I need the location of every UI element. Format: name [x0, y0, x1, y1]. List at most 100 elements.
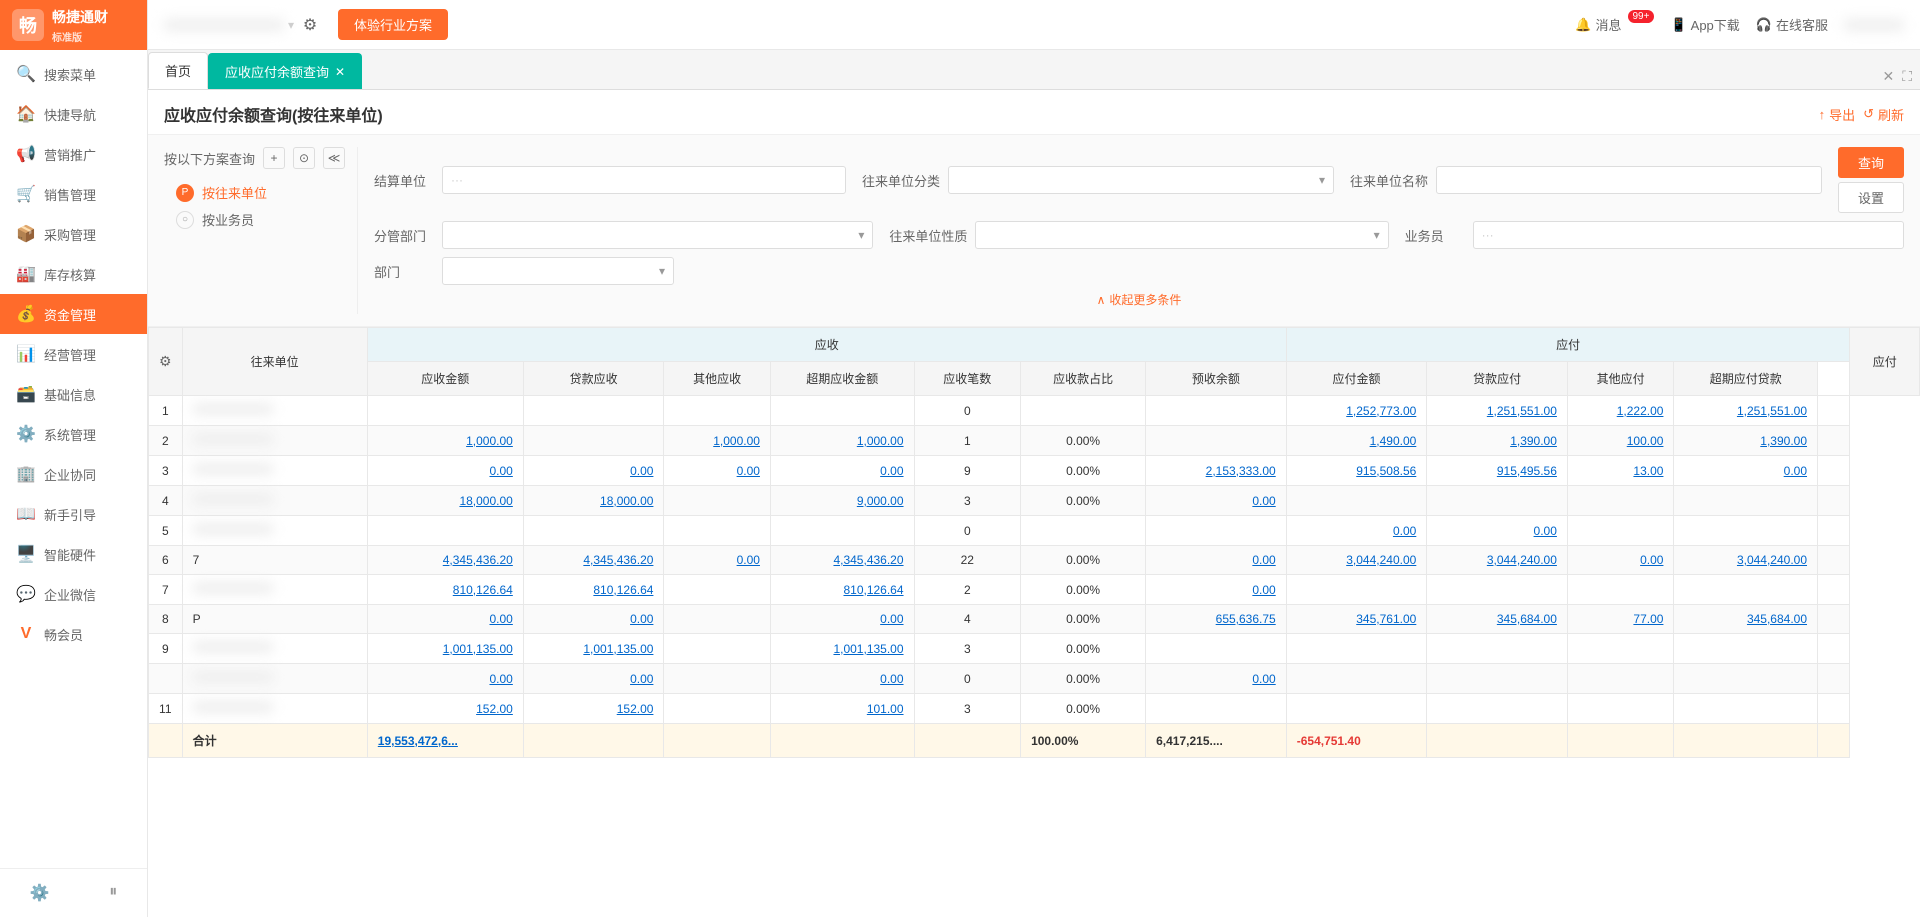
sidebar-item-basic[interactable]: 🗃️ 基础信息	[0, 374, 147, 414]
close-window-button[interactable]: ✕	[1882, 68, 1894, 85]
sidebar-collapse-button[interactable]: ⏸	[101, 879, 125, 907]
basic-icon: 🗃️	[16, 384, 36, 404]
salesperson-input[interactable]: ···	[1473, 221, 1904, 249]
tab-close-button[interactable]: ✕	[335, 66, 345, 78]
sidebar-item-sales[interactable]: 🛒 销售管理	[0, 174, 147, 214]
sidebar-item-vip[interactable]: V 畅会员	[0, 614, 147, 654]
sidebar-item-marketing[interactable]: 📢 营销推广	[0, 134, 147, 174]
loan-ar-header: 贷款应收	[523, 362, 664, 396]
dept-manager-input[interactable]: ▾	[442, 221, 873, 249]
footer-prepay: 6,417,215....	[1146, 724, 1287, 758]
topbar-left: ▾ ⚙ 体验行业方案	[164, 9, 1575, 41]
sidebar-item-weixin[interactable]: 💬 企业微信	[0, 574, 147, 614]
footer-ap-total: -654,751.40	[1286, 724, 1427, 758]
partner-category-input[interactable]: ▾	[948, 166, 1334, 194]
filter-field-partner-nature: 往来单位性质 ▾	[889, 221, 1388, 249]
guide-icon: 📖	[16, 504, 36, 524]
footer-loan-ap	[1427, 724, 1568, 758]
overdue-ar-header: 超期应收金额	[770, 362, 914, 396]
prepay-balance-header: 预收余额	[1146, 362, 1287, 396]
sidebar-item-ops[interactable]: 📊 经营管理	[0, 334, 147, 374]
filter-top: 按以下方案查询 + ⊙ ≪	[164, 147, 345, 169]
footer-ar-amount: 19,553,472,6...	[367, 724, 523, 758]
overdue-ap-header: 超期应付贷款	[1674, 362, 1818, 396]
table-row: 7810,126.64810,126.64810,126.6420.00%0.0…	[149, 575, 1920, 605]
filter-settings-button[interactable]: ⊙	[293, 147, 315, 169]
table-sub-header-row: 应收金额 贷款应收 其他应收 超期应收金额 应收笔数 应收款占比 预收余额 应付…	[149, 362, 1920, 396]
settings-header[interactable]: ⚙	[149, 328, 183, 396]
filter-field-salesperson: 业务员 ···	[1405, 221, 1904, 249]
sales-icon: 🛒	[16, 184, 36, 204]
system-icon: ⚙️	[16, 424, 36, 444]
refresh-icon: ↺	[1863, 106, 1874, 122]
data-table: ⚙ 往来单位 应收 应付 应付 应收金额 贷款应收 其他应收 超期应收金额 应收…	[148, 327, 1920, 758]
export-button[interactable]: ↑ 导出	[1819, 105, 1856, 124]
collapse-icon: ∧	[1097, 293, 1106, 307]
ap-amount-header: 应付金额	[1286, 362, 1427, 396]
table-row: 101,252,773.001,251,551.001,222.001,251,…	[149, 396, 1920, 426]
weixin-icon: 💬	[16, 584, 36, 604]
table-row: 418,000.0018,000.009,000.0030.00%0.00	[149, 486, 1920, 516]
ap-suffix-header: 应付	[1850, 328, 1920, 396]
customer-service-button[interactable]: 🎧 在线客服	[1756, 15, 1828, 34]
table-row: 21,000.001,000.001,000.0010.00%1,490.001…	[149, 426, 1920, 456]
topbar: ▾ ⚙ 体验行业方案 🔔 消息 99+ 📱 App下载 🎧 在线客服	[148, 0, 1920, 50]
query-button[interactable]: 查询	[1838, 147, 1904, 178]
filter-by-staff[interactable]: ○ 按业务员	[164, 206, 266, 233]
topbar-gear-button[interactable]: ⚙	[294, 9, 326, 41]
partner-name-input[interactable]	[1436, 166, 1822, 194]
promo-button[interactable]: 体验行业方案	[338, 9, 448, 40]
logo-icon: 畅	[12, 9, 44, 41]
ar-count-header: 应收笔数	[914, 362, 1021, 396]
sidebar-item-purchase[interactable]: 📦 采购管理	[0, 214, 147, 254]
refresh-button[interactable]: ↺ 刷新	[1863, 105, 1904, 124]
sidebar-item-corp[interactable]: 🏢 企业协同	[0, 454, 147, 494]
table-body: 101,252,773.001,251,551.001,222.001,251,…	[149, 396, 1920, 724]
footer-other-ar	[664, 724, 771, 758]
user-avatar[interactable]	[1844, 19, 1904, 31]
filter-add-button[interactable]: +	[263, 147, 285, 169]
marketing-icon: 📢	[16, 144, 36, 164]
logo-text: 畅捷通财 标准版	[52, 7, 108, 44]
sidebar-item-quicknav[interactable]: 🏠 快捷导航	[0, 94, 147, 134]
setting-button[interactable]: 设置	[1838, 182, 1904, 213]
sidebar-item-inventory[interactable]: 🏭 库存核算	[0, 254, 147, 294]
filter-field-dept: 部门 ▾	[374, 257, 674, 285]
username-text	[1844, 19, 1904, 31]
sidebar-item-finance[interactable]: 💰 资金管理	[0, 294, 147, 334]
sidebar-item-hardware[interactable]: 🖥️ 智能硬件	[0, 534, 147, 574]
table-row: 674,345,436.204,345,436.200.004,345,436.…	[149, 546, 1920, 575]
other-ap-header: 其他应付	[1567, 362, 1674, 396]
sidebar-item-system[interactable]: ⚙️ 系统管理	[0, 414, 147, 454]
table-row: 30.000.000.000.0090.00%2,153,333.00915,5…	[149, 456, 1920, 486]
table-row: 500.000.00	[149, 516, 1920, 546]
filter-field-partner-name: 往来单位名称	[1350, 166, 1822, 194]
table-group-header-row: ⚙ 往来单位 应收 应付 应付	[149, 328, 1920, 362]
hardware-icon: 🖥️	[16, 544, 36, 564]
footer-overdue-ap	[1674, 724, 1818, 758]
breadcrumb-text	[164, 19, 284, 31]
notifications-button[interactable]: 🔔 消息 99+	[1575, 15, 1654, 34]
other-ar-header: 其他应收	[664, 362, 771, 396]
sidebar-gear-button[interactable]: ⚙️	[22, 879, 58, 907]
sidebar-item-search[interactable]: 🔍 搜索菜单	[0, 54, 147, 94]
tab-home[interactable]: 首页	[148, 52, 208, 89]
filter-collapse-button[interactable]: ∧ 收起更多条件	[374, 285, 1904, 314]
tab-query[interactable]: 应收应付余额查询 ✕	[208, 53, 362, 89]
filter-by-partner[interactable]: P 按往来单位	[164, 179, 279, 206]
table-row: 8P0.000.000.0040.00%655,636.75345,761.00…	[149, 605, 1920, 634]
dept-input[interactable]: ▾	[442, 257, 674, 285]
bell-icon: 🔔	[1575, 17, 1591, 33]
filter-field-partner-category: 往来单位分类 ▾	[862, 166, 1334, 194]
settlement-unit-input[interactable]: ···	[442, 166, 846, 194]
footer-label: 合计	[182, 724, 367, 758]
maximize-button[interactable]: ⛶	[1902, 68, 1912, 85]
table-area[interactable]: ⚙ 往来单位 应收 应付 应付 应收金额 贷款应收 其他应收 超期应收金额 应收…	[148, 327, 1920, 917]
ar-group-header: 应收	[367, 328, 1286, 362]
filter-rows: 结算单位 ··· 往来单位分类 ▾	[374, 147, 1904, 285]
partner-nature-input[interactable]: ▾	[975, 221, 1388, 249]
app-download-button[interactable]: 📱 App下载	[1670, 15, 1739, 34]
sidebar-item-guide[interactable]: 📖 新手引导	[0, 494, 147, 534]
purchase-icon: 📦	[16, 224, 36, 244]
filter-collapse-button[interactable]: ≪	[323, 147, 345, 169]
